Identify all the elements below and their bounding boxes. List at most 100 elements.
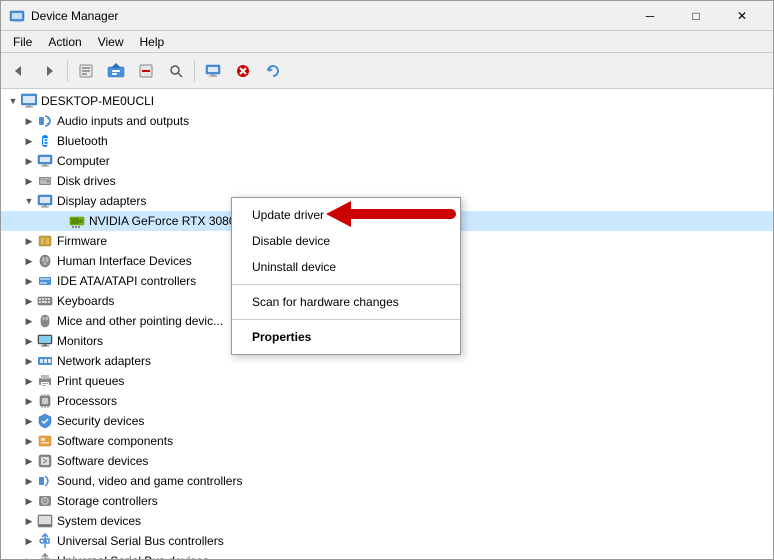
context-menu-properties[interactable]: Properties <box>232 324 460 350</box>
mouse-expand[interactable]: ▶ <box>21 313 37 329</box>
menu-view[interactable]: View <box>90 33 132 51</box>
toolbar <box>1 53 773 89</box>
audio-label: Audio inputs and outputs <box>57 114 189 128</box>
menu-action[interactable]: Action <box>40 33 89 51</box>
tree-item-storage[interactable]: ▶ Storage controllers <box>1 491 773 511</box>
mouse-icon <box>37 313 53 329</box>
context-menu-disable[interactable]: Disable device <box>232 228 460 254</box>
sound-expand[interactable]: ▶ <box>21 473 37 489</box>
storage-icon <box>37 493 53 509</box>
ide-icon <box>37 273 53 289</box>
sound-label: Sound, video and game controllers <box>57 474 242 488</box>
ide-expand[interactable]: ▶ <box>21 273 37 289</box>
context-menu: Update driver Disable device Uninstall d… <box>231 197 461 355</box>
system-expand[interactable]: ▶ <box>21 513 37 529</box>
context-menu-uninstall[interactable]: Uninstall device <box>232 254 460 280</box>
minimize-button[interactable]: ─ <box>627 1 673 31</box>
computer-expand[interactable]: ▶ <box>21 153 37 169</box>
monitor-expand[interactable]: ▶ <box>21 333 37 349</box>
bluetooth-label: Bluetooth <box>57 134 108 148</box>
scan-toolbar-button[interactable] <box>162 57 190 85</box>
forward-button[interactable] <box>35 57 63 85</box>
software-dev-icon <box>37 453 53 469</box>
tree-item-processor[interactable]: ▶ Processors <box>1 391 773 411</box>
security-icon <box>37 413 53 429</box>
software-dev-label: Software devices <box>57 454 148 468</box>
context-menu-sep-1 <box>232 284 460 285</box>
tree-item-bluetooth[interactable]: ▶ B Bluetooth <box>1 131 773 151</box>
usb1-icon <box>37 533 53 549</box>
display-expand[interactable]: ▼ <box>21 193 37 209</box>
properties-toolbar-button[interactable] <box>72 57 100 85</box>
refresh-toolbar-button[interactable] <box>259 57 287 85</box>
usb2-label: Universal Serial Bus devices <box>57 554 209 559</box>
tree-item-system[interactable]: ▶ System devices <box>1 511 773 531</box>
tree-item-disk[interactable]: ▶ Disk drives <box>1 171 773 191</box>
device-tree-container[interactable]: ▼ DESKTOP-ME0UCLI ▶ <box>1 89 773 559</box>
tree-item-software-dev[interactable]: ▶ Software devices <box>1 451 773 471</box>
update-driver-toolbar-button[interactable] <box>102 57 130 85</box>
tree-item-sound[interactable]: ▶ Sound, video and game controllers <box>1 471 773 491</box>
tree-item-audio[interactable]: ▶ Audio inputs and outputs <box>1 111 773 131</box>
mouse-label: Mice and other pointing devic... <box>57 314 223 328</box>
usb1-label: Universal Serial Bus controllers <box>57 534 224 548</box>
display-label: Display adapters <box>57 194 146 208</box>
ide-label: IDE ATA/ATAPI controllers <box>57 274 196 288</box>
close-button[interactable]: ✕ <box>719 1 765 31</box>
hid-icon <box>37 253 53 269</box>
computer-label: Computer <box>57 154 110 168</box>
context-menu-sep-2 <box>232 319 460 320</box>
system-icon <box>37 513 53 529</box>
context-menu-update-driver[interactable]: Update driver <box>232 202 460 228</box>
disk-label: Disk drives <box>57 174 116 188</box>
tree-item-usb2[interactable]: ▶ Universal Serial Bus devices <box>1 551 773 559</box>
bluetooth-expand[interactable]: ▶ <box>21 133 37 149</box>
tree-item-software-comp[interactable]: ▶ Software components <box>1 431 773 451</box>
print-icon <box>37 373 53 389</box>
monitor-icon <box>37 333 53 349</box>
sound-icon <box>37 473 53 489</box>
network-label: Network adapters <box>57 354 151 368</box>
hid-label: Human Interface Devices <box>57 254 192 268</box>
svg-text:B: B <box>43 137 50 148</box>
keyboard-expand[interactable]: ▶ <box>21 293 37 309</box>
storage-expand[interactable]: ▶ <box>21 493 37 509</box>
print-expand[interactable]: ▶ <box>21 373 37 389</box>
computer-toolbar-button[interactable] <box>199 57 227 85</box>
firmware-expand[interactable]: ▶ <box>21 233 37 249</box>
menu-file[interactable]: File <box>5 33 40 51</box>
tree-item-computer[interactable]: ▶ Computer <box>1 151 773 171</box>
disk-expand[interactable]: ▶ <box>21 173 37 189</box>
gpu-icon <box>69 213 85 229</box>
firmware-icon <box>37 233 53 249</box>
network-expand[interactable]: ▶ <box>21 353 37 369</box>
root-expand[interactable]: ▼ <box>5 93 21 109</box>
tree-root[interactable]: ▼ DESKTOP-ME0UCLI <box>1 91 773 111</box>
uninstall-toolbar-button[interactable] <box>132 57 160 85</box>
tree-item-usb1[interactable]: ▶ Universal Serial Bus controllers <box>1 531 773 551</box>
print-label: Print queues <box>57 374 124 388</box>
tree-item-security[interactable]: ▶ Security devices <box>1 411 773 431</box>
processor-label: Processors <box>57 394 117 408</box>
menu-help[interactable]: Help <box>132 33 173 51</box>
firmware-label: Firmware <box>57 234 107 248</box>
back-button[interactable] <box>5 57 33 85</box>
software-comp-expand[interactable]: ▶ <box>21 433 37 449</box>
usb1-expand[interactable]: ▶ <box>21 533 37 549</box>
processor-expand[interactable]: ▶ <box>21 393 37 409</box>
hid-expand[interactable]: ▶ <box>21 253 37 269</box>
disk-icon <box>37 173 53 189</box>
toolbar-sep-2 <box>194 60 195 82</box>
tree-item-print[interactable]: ▶ Print queues <box>1 371 773 391</box>
remove-toolbar-button[interactable] <box>229 57 257 85</box>
maximize-button[interactable]: □ <box>673 1 719 31</box>
usb2-expand[interactable]: ▶ <box>21 553 37 559</box>
security-expand[interactable]: ▶ <box>21 413 37 429</box>
software-dev-expand[interactable]: ▶ <box>21 453 37 469</box>
gpu-label: NVIDIA GeForce RTX 3080 <box>89 214 236 228</box>
keyboard-icon <box>37 293 53 309</box>
system-label: System devices <box>57 514 141 528</box>
window-controls: ─ □ ✕ <box>627 1 765 31</box>
audio-expand[interactable]: ▶ <box>21 113 37 129</box>
context-menu-scan[interactable]: Scan for hardware changes <box>232 289 460 315</box>
